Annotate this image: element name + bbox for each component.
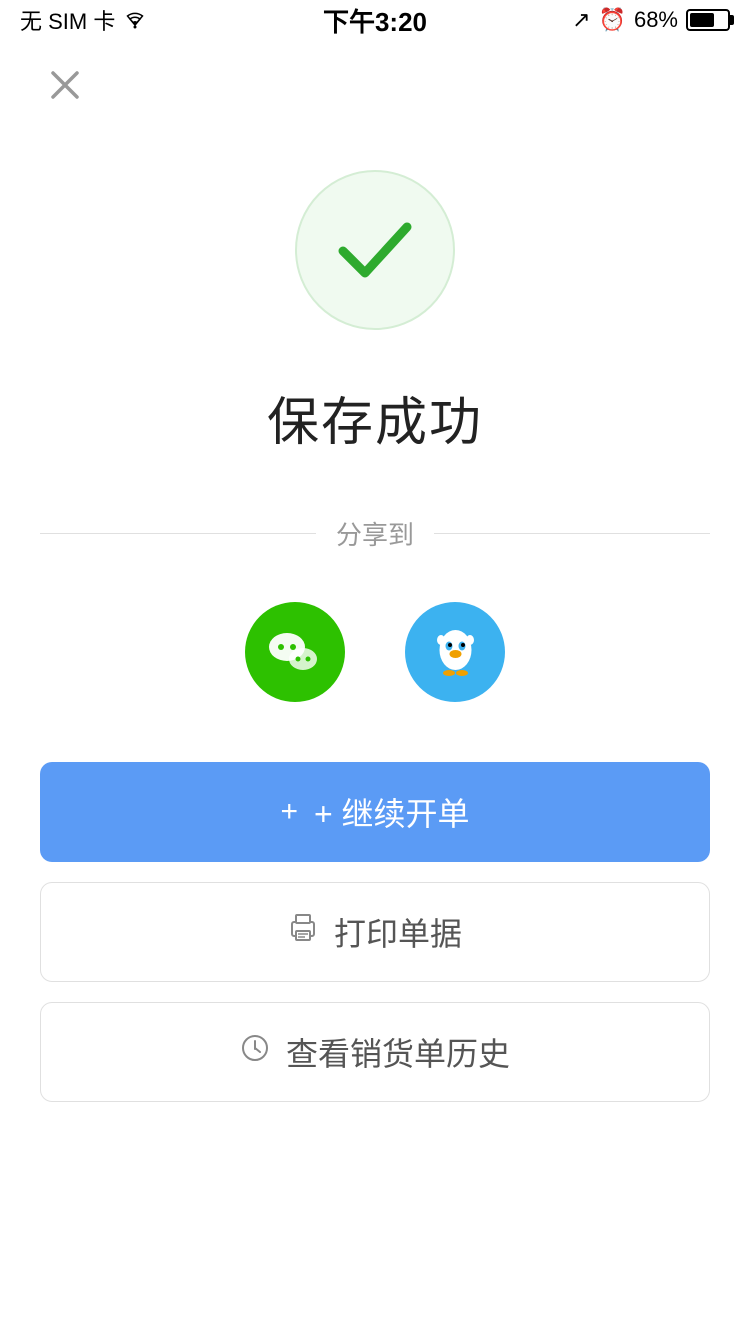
no-sim-label: 无 SIM 卡 (20, 4, 115, 36)
wifi-icon (123, 11, 147, 29)
close-button[interactable] (40, 60, 90, 110)
battery-icon (686, 9, 730, 31)
clock-icon (240, 1033, 270, 1071)
alarm-icon: ⏰ (599, 7, 626, 33)
status-time: 下午3:20 (323, 2, 427, 39)
status-bar: 无 SIM 卡 下午3:20 ↗ ⏰ 68% (0, 0, 750, 40)
qq-icon (428, 622, 483, 682)
status-left: 无 SIM 卡 (20, 4, 147, 36)
success-icon-circle (295, 170, 455, 330)
location-icon: ↗ (572, 7, 590, 33)
battery-percent: 68% (634, 7, 678, 33)
history-label: 查看销货单历史 (286, 1029, 510, 1075)
continue-button[interactable]: + + 继续开单 (40, 762, 710, 862)
history-button[interactable]: 查看销货单历史 (40, 1002, 710, 1102)
wechat-share-button[interactable] (245, 602, 345, 702)
checkmark-icon (335, 215, 415, 285)
divider-right (434, 533, 710, 534)
status-right: ↗ ⏰ 68% (572, 7, 730, 33)
print-button[interactable]: 打印单据 (40, 882, 710, 982)
continue-label: + 继续开单 (314, 789, 470, 835)
main-content: 保存成功 分享到 (0, 40, 750, 1162)
success-title: 保存成功 (267, 380, 483, 455)
share-section: 分享到 (40, 515, 710, 702)
share-icons-container (40, 602, 710, 702)
print-label: 打印单据 (334, 909, 462, 955)
divider-left (40, 533, 316, 534)
qq-share-button[interactable] (405, 602, 505, 702)
action-buttons: + + 继续开单 打印单据 (40, 762, 710, 1102)
plus-icon: + (280, 795, 298, 829)
share-divider: 分享到 (40, 515, 710, 552)
wechat-icon (265, 625, 325, 680)
printer-icon (288, 914, 318, 950)
share-label: 分享到 (336, 515, 414, 552)
